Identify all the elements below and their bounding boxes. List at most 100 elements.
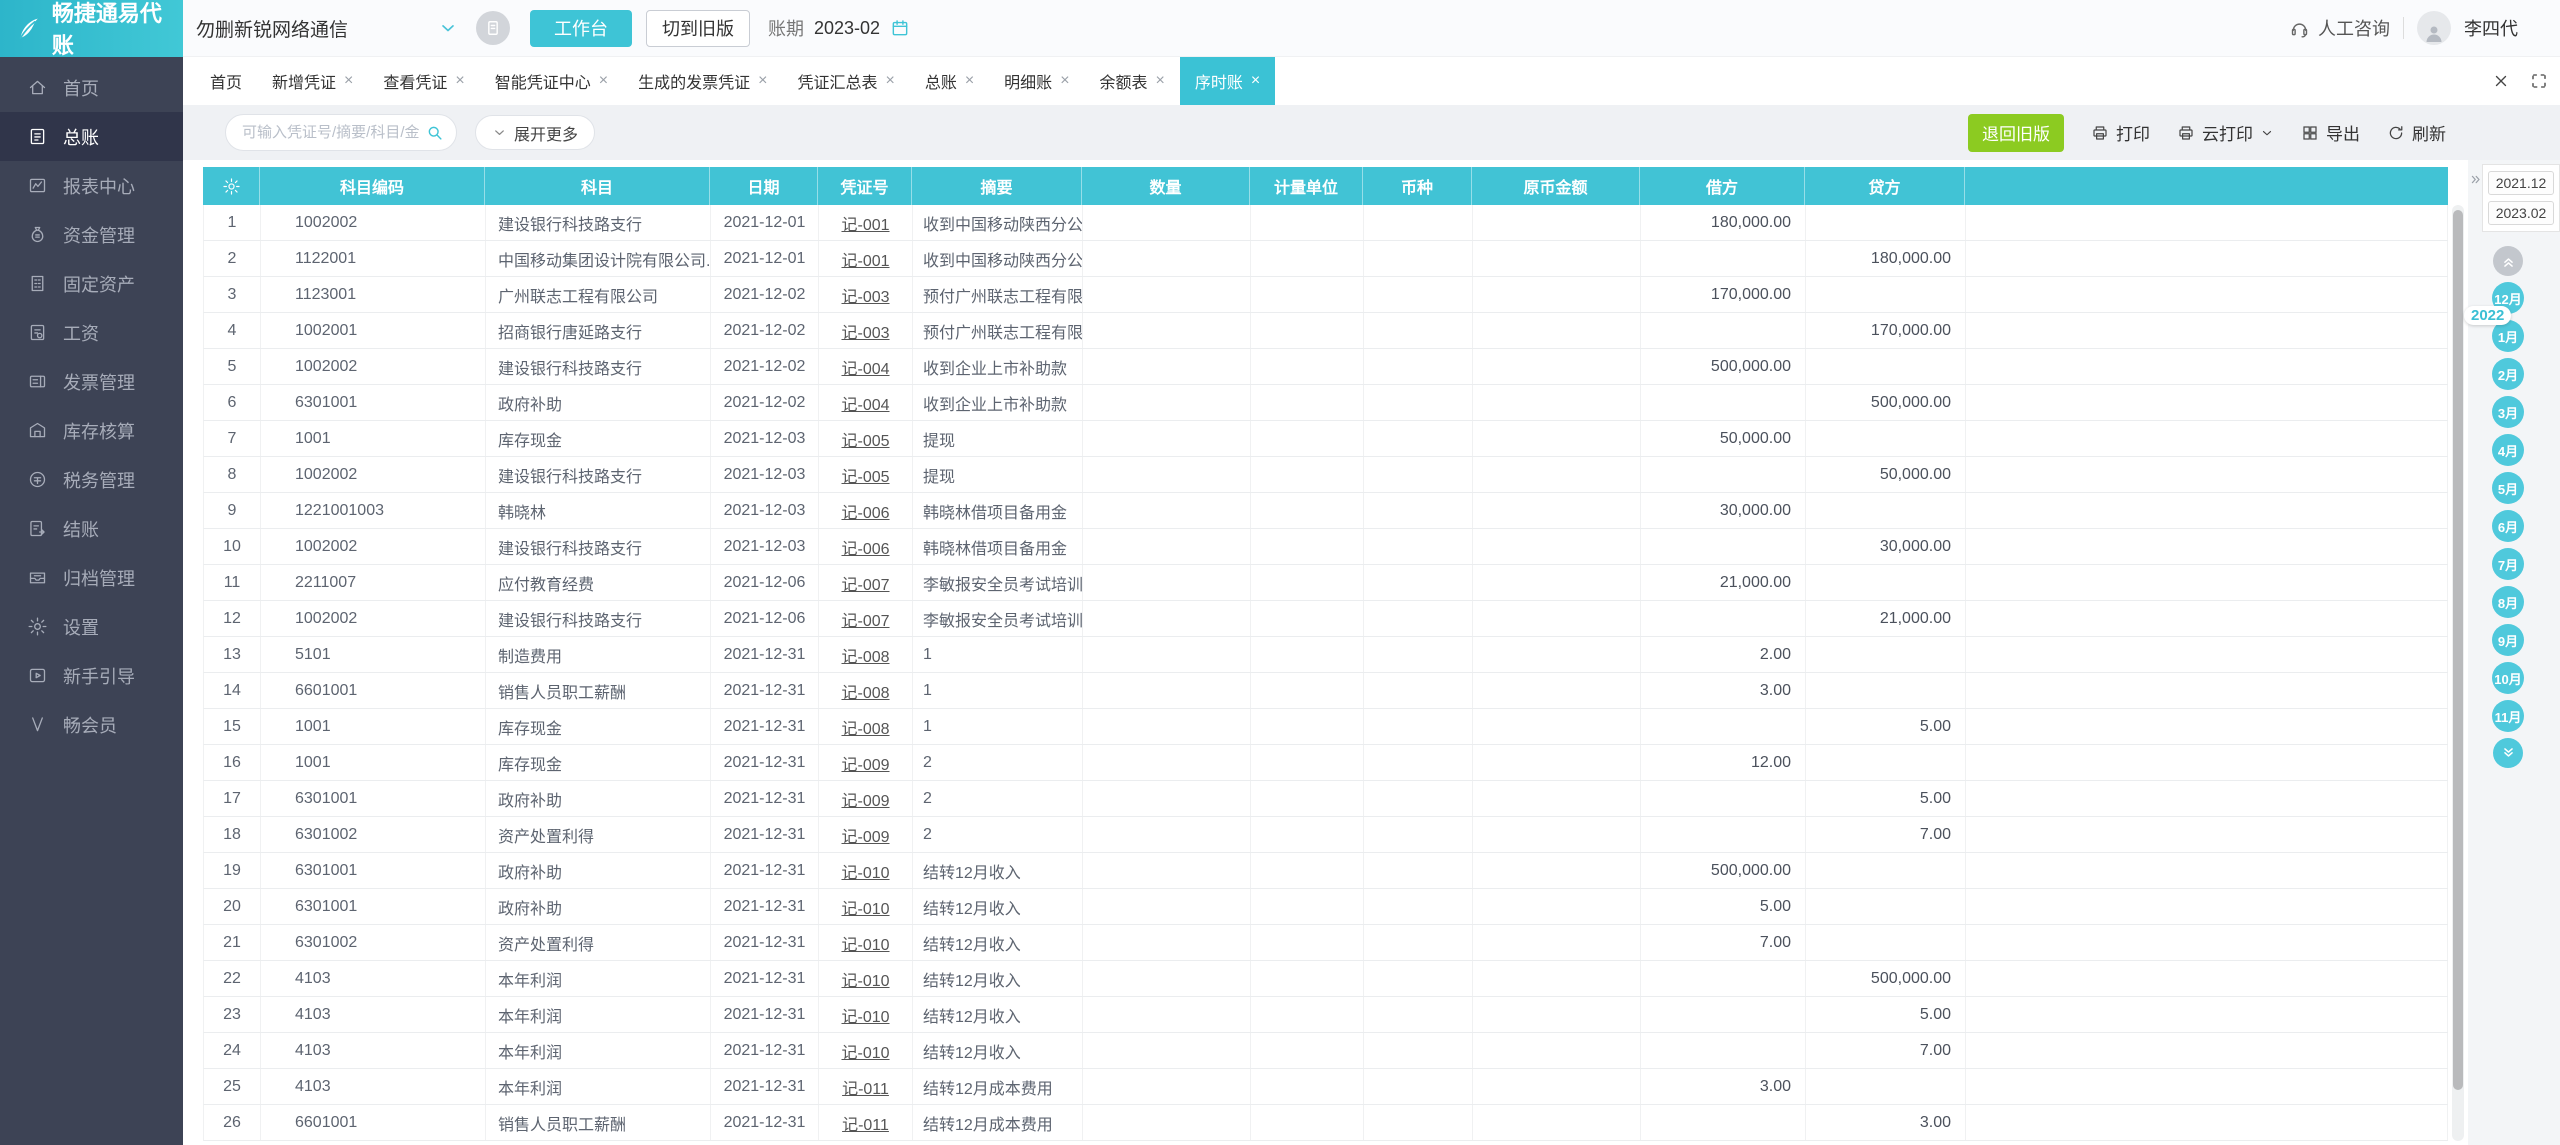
sidebar-item-ledger[interactable]: 总账	[0, 112, 183, 161]
voucher-link[interactable]: 记-009	[841, 751, 889, 775]
tab-close-icon[interactable]: ×	[965, 73, 974, 89]
voucher-no[interactable]: 记-006	[819, 529, 913, 564]
memo-icon[interactable]	[476, 11, 510, 45]
column-header-科目[interactable]: 科目	[485, 167, 710, 205]
table-row[interactable]: 22 4103 本年利润 2021-12-31 记-010 结转12月收入 500,000.…	[203, 961, 2448, 997]
sidebar-item-inventory[interactable]: 库存核算	[0, 406, 183, 455]
month-button-7月[interactable]: 7月	[2492, 548, 2524, 580]
voucher-link[interactable]: 记-005	[841, 427, 889, 451]
tab-生成的发票凭证[interactable]: 生成的发票凭证 ×	[623, 57, 782, 105]
voucher-link[interactable]: 记-010	[841, 1039, 889, 1063]
column-settings-gear-icon[interactable]	[203, 167, 260, 205]
voucher-link[interactable]: 记-007	[841, 607, 889, 631]
period-value[interactable]: 2023-02	[814, 18, 880, 39]
month-button-3月[interactable]: 3月	[2492, 396, 2524, 428]
column-header-原币金额[interactable]: 原币金额	[1472, 167, 1640, 205]
table-row[interactable]: 20 6301001 政府补助 2021-12-31 记-010 结转12月收入 5.00	[203, 889, 2448, 925]
table-row[interactable]: 1 1002002 建设银行科技路支行 2021-12-01 记-001 收到中国移动陕西…	[203, 205, 2448, 241]
sidebar-item-fund[interactable]: 资金管理	[0, 210, 183, 259]
table-row[interactable]: 10 1002002 建设银行科技路支行 2021-12-03 记-006 韩晓林借项目备…	[203, 529, 2448, 565]
column-header-借方[interactable]: 借方	[1640, 167, 1805, 205]
table-row[interactable]: 23 4103 本年利润 2021-12-31 记-010 结转12月收入 5.00	[203, 997, 2448, 1033]
voucher-no[interactable]: 记-010	[819, 997, 913, 1032]
sidebar-item-home[interactable]: 首页	[0, 63, 183, 112]
tab-首页[interactable]: 首页	[195, 57, 257, 105]
voucher-link[interactable]: 记-010	[841, 967, 889, 991]
calendar-icon[interactable]	[890, 18, 910, 38]
voucher-link[interactable]: 记-005	[841, 463, 889, 487]
voucher-link[interactable]: 记-010	[841, 859, 889, 883]
month-button-5月[interactable]: 5月	[2492, 472, 2524, 504]
switch-old-version-button[interactable]: 切到旧版	[646, 9, 750, 47]
voucher-link[interactable]: 记-006	[841, 535, 889, 559]
table-row[interactable]: 24 4103 本年利润 2021-12-31 记-010 结转12月收入 7.00	[203, 1033, 2448, 1069]
sidebar-item-archive[interactable]: 归档管理	[0, 553, 183, 602]
table-row[interactable]: 14 6601001 销售人员职工薪酬 2021-12-31 记-008 1 3.00	[203, 673, 2448, 709]
voucher-link[interactable]: 记-011	[842, 1111, 889, 1135]
voucher-link[interactable]: 记-010	[841, 895, 889, 919]
search-input[interactable]	[242, 124, 419, 141]
voucher-no[interactable]: 记-007	[819, 601, 913, 636]
tab-close-icon[interactable]: ×	[758, 73, 767, 89]
voucher-link[interactable]: 记-008	[841, 643, 889, 667]
month-button-4月[interactable]: 4月	[2492, 434, 2524, 466]
tab-close-icon[interactable]: ×	[885, 73, 894, 89]
voucher-link[interactable]: 记-009	[841, 823, 889, 847]
column-header-凭证号[interactable]: 凭证号	[818, 167, 912, 205]
table-row[interactable]: 9 1221001003 韩晓林 2021-12-03 记-006 韩晓林借项目备用金 30…	[203, 493, 2448, 529]
table-row[interactable]: 6 6301001 政府补助 2021-12-02 记-004 收到企业上市补助款 500,…	[203, 385, 2448, 421]
sidebar-item-guide[interactable]: 新手引导	[0, 651, 183, 700]
scroll-months-up-button[interactable]	[2493, 246, 2523, 276]
tab-close-icon[interactable]: ×	[455, 73, 464, 89]
expand-more-button[interactable]: 展开更多	[475, 115, 596, 150]
voucher-link[interactable]: 记-004	[841, 355, 889, 379]
support-link[interactable]: 人工咨询	[2289, 15, 2390, 41]
voucher-link[interactable]: 记-003	[841, 283, 889, 307]
table-row[interactable]: 11 2211007 应付教育经费 2021-12-06 记-007 李敏报安全员考试培训…	[203, 565, 2448, 601]
voucher-no[interactable]: 记-011	[819, 1069, 913, 1104]
month-button-11月[interactable]: 11月	[2492, 700, 2524, 732]
voucher-no[interactable]: 记-008	[819, 637, 913, 672]
column-header-科目编码[interactable]: 科目编码	[260, 167, 485, 205]
month-button-2月[interactable]: 2月	[2492, 358, 2524, 390]
voucher-no[interactable]: 记-006	[819, 493, 913, 528]
sidebar-item-salary[interactable]: 工资	[0, 308, 183, 357]
voucher-link[interactable]: 记-003	[841, 319, 889, 343]
period-end[interactable]: 2023.02	[2488, 201, 2554, 225]
refresh-button[interactable]: 刷新	[2387, 120, 2446, 145]
voucher-no[interactable]: 记-003	[819, 277, 913, 312]
voucher-no[interactable]: 记-001	[819, 241, 913, 276]
voucher-no[interactable]: 记-010	[819, 1033, 913, 1068]
voucher-no[interactable]: 记-010	[819, 961, 913, 996]
voucher-link[interactable]: 记-006	[841, 499, 889, 523]
company-selector[interactable]: 勿删新锐网络通信	[196, 15, 458, 42]
voucher-link[interactable]: 记-007	[841, 571, 889, 595]
voucher-link[interactable]: 记-008	[841, 679, 889, 703]
table-row[interactable]: 2 1122001 中国移动集团设计院有限公司... 2021-12-01 记-001 收…	[203, 241, 2448, 277]
voucher-link[interactable]: 记-009	[841, 787, 889, 811]
close-all-tabs-button[interactable]	[2484, 61, 2518, 101]
tab-凭证汇总表[interactable]: 凭证汇总表 ×	[782, 57, 909, 105]
table-row[interactable]: 7 1001 库存现金 2021-12-03 记-005 提现 50,000.00	[203, 421, 2448, 457]
tab-余额表[interactable]: 余额表 ×	[1085, 57, 1180, 105]
voucher-link[interactable]: 记-004	[841, 391, 889, 415]
tab-新增凭证[interactable]: 新增凭证 ×	[257, 57, 368, 105]
table-row[interactable]: 25 4103 本年利润 2021-12-31 记-011 结转12月成本费用 3.00	[203, 1069, 2448, 1105]
tab-明细账[interactable]: 明细账 ×	[989, 57, 1084, 105]
sidebar-item-asset[interactable]: 固定资产	[0, 259, 183, 308]
sidebar-item-gear[interactable]: 设置	[0, 602, 183, 651]
table-row[interactable]: 15 1001 库存现金 2021-12-31 记-008 1 5.00	[203, 709, 2448, 745]
voucher-no[interactable]: 记-004	[819, 385, 913, 420]
table-row[interactable]: 8 1002002 建设银行科技路支行 2021-12-03 记-005 提现 50,000…	[203, 457, 2448, 493]
table-row[interactable]: 13 5101 制造费用 2021-12-31 记-008 1 2.00	[203, 637, 2448, 673]
tab-close-icon[interactable]: ×	[599, 73, 608, 89]
voucher-no[interactable]: 记-010	[819, 925, 913, 960]
column-header-计量单位[interactable]: 计量单位	[1250, 167, 1363, 205]
workbench-button[interactable]: 工作台	[530, 9, 632, 47]
back-to-old-version-button[interactable]: 退回旧版	[1968, 113, 2064, 152]
voucher-no[interactable]: 记-005	[819, 421, 913, 456]
voucher-no[interactable]: 记-010	[819, 853, 913, 888]
table-row[interactable]: 18 6301002 资产处置利得 2021-12-31 记-009 2 7.00	[203, 817, 2448, 853]
column-header-摘要[interactable]: 摘要	[912, 167, 1082, 205]
scrollbar-thumb[interactable]	[2453, 210, 2463, 1090]
